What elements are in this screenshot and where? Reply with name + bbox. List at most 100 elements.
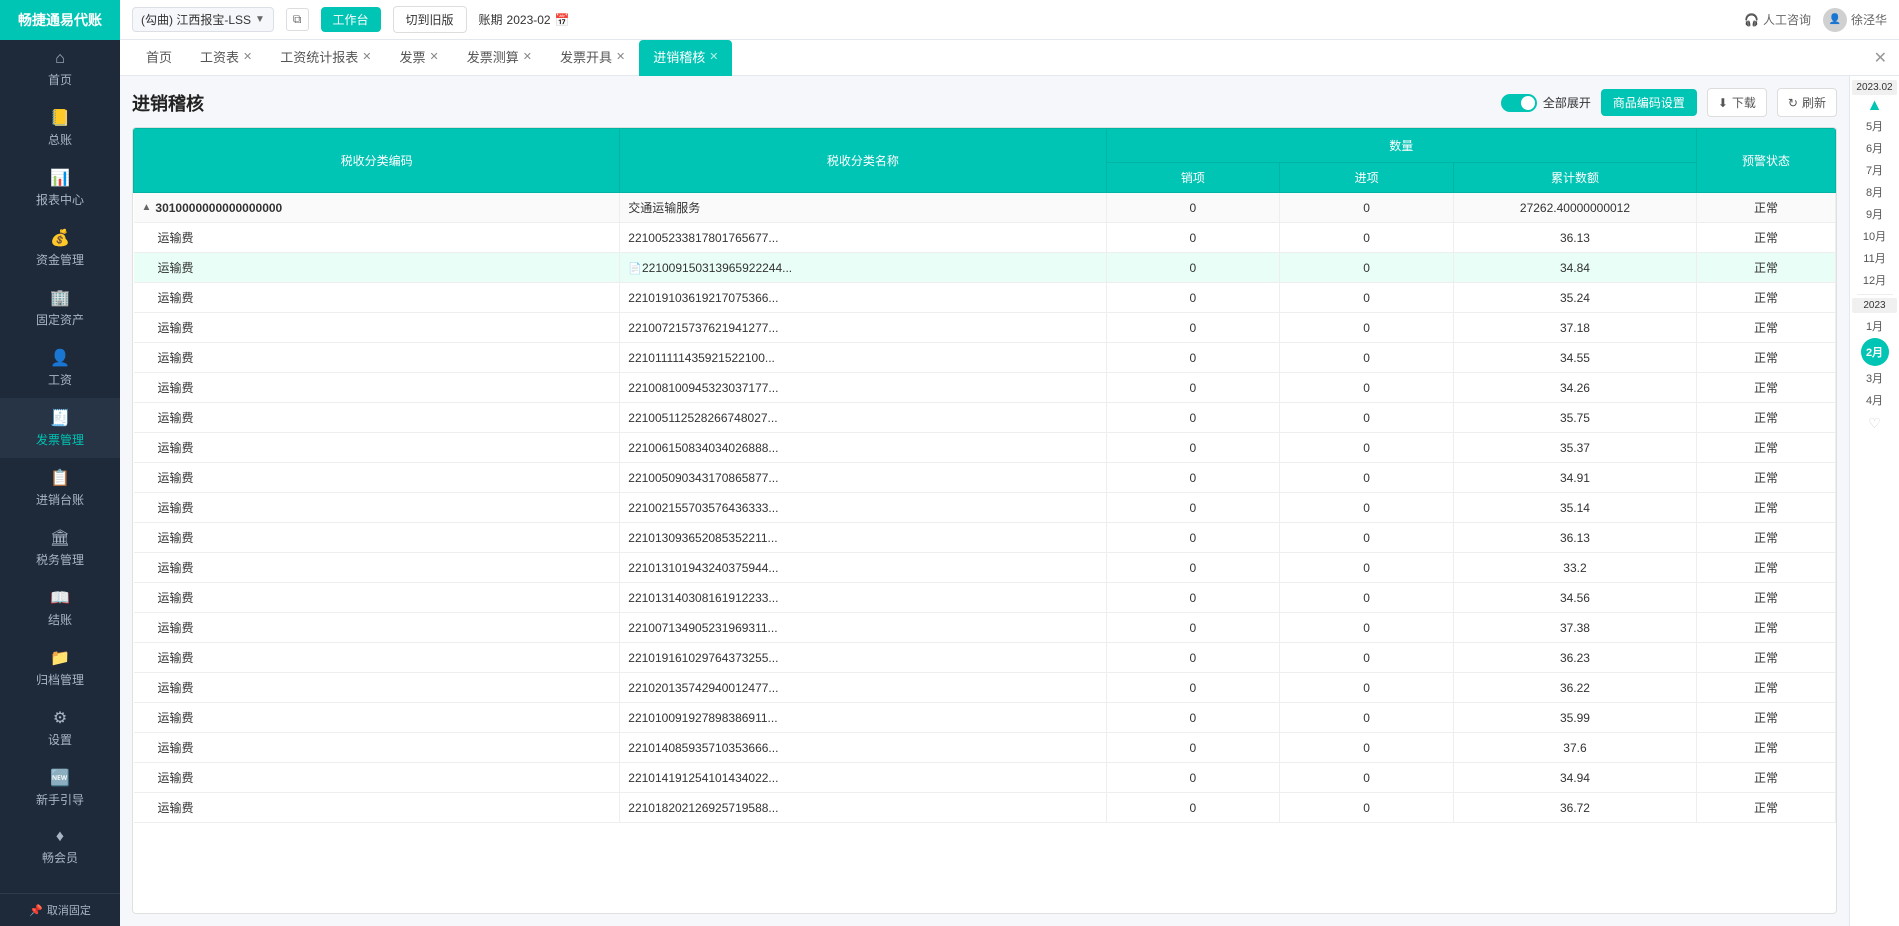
sidebar-item-salary[interactable]: 👤工资 <box>0 338 120 398</box>
sidebar-icon-tax_mgmt: 🏛 <box>50 528 70 548</box>
workspace-button[interactable]: 工作台 <box>321 7 381 32</box>
row-status-cell: 正常 <box>1697 313 1836 343</box>
row-cumulative-cell: 37.6 <box>1453 733 1696 763</box>
tab-close-salary_stats[interactable]: ✕ <box>362 50 371 63</box>
calendar-month-prev-11月[interactable]: 11月 <box>1861 247 1888 269</box>
row-purchase-cell: 0 <box>1280 733 1454 763</box>
expand-all-toggle[interactable]: 全部展开 <box>1501 94 1591 112</box>
row-cumulative-cell: 34.94 <box>1453 763 1696 793</box>
refresh-icon: ↻ <box>1788 96 1798 110</box>
table-row: 运输费 221002155703576436333... 0 0 35.14 正… <box>134 493 1836 523</box>
calendar-month-curr-1月[interactable]: 1月 <box>1861 315 1889 337</box>
copy-button[interactable]: ⧉ <box>286 8 309 31</box>
row-sales-cell: 0 <box>1106 553 1280 583</box>
row-cumulative-cell: 36.23 <box>1453 643 1696 673</box>
tab-salary[interactable]: 工资表✕ <box>186 40 266 76</box>
tab-invoice[interactable]: 发票✕ <box>385 40 452 76</box>
sidebar-item-assets[interactable]: 🏢固定资产 <box>0 278 120 338</box>
tab-label-invoice_open: 发票开具 <box>560 47 612 66</box>
row-subname-cell: 运输费 <box>134 493 620 523</box>
switch-old-button[interactable]: 切到旧版 <box>393 6 467 33</box>
group-code-cell: ▲ 3010000000000000000 <box>134 193 620 223</box>
sidebar-item-reports[interactable]: 📊报表中心 <box>0 158 120 218</box>
tab-home[interactable]: 首页 <box>132 40 186 76</box>
row-subname-cell: 运输费 <box>134 643 620 673</box>
calendar-month-prev-7月[interactable]: 7月 <box>1861 159 1888 181</box>
row-code-cell: 221014085935710353666... <box>620 733 1106 763</box>
tab-label-home: 首页 <box>146 47 172 66</box>
row-status-cell: 正常 <box>1697 433 1836 463</box>
row-status-cell: 正常 <box>1697 703 1836 733</box>
row-purchase-cell: 0 <box>1280 553 1454 583</box>
tab-close-invoice_open[interactable]: ✕ <box>616 50 625 63</box>
tab-invoice_open[interactable]: 发票开具 ✕ <box>546 40 639 76</box>
sidebar-item-ledger[interactable]: 📒总账 <box>0 98 120 158</box>
calendar-month-prev-10月[interactable]: 10月 <box>1861 225 1888 247</box>
unpin-sidebar[interactable]: 📌 取消固定 <box>0 893 120 926</box>
tab-close-salary[interactable]: ✕ <box>243 50 252 63</box>
tab-reconcile[interactable]: 进销稽核✕ <box>639 40 732 76</box>
row-subname-cell: 运输费 <box>134 613 620 643</box>
tab-salary_stats[interactable]: 工资统计报表✕ <box>266 40 385 76</box>
product-code-settings-button[interactable]: 商品编码设置 <box>1601 89 1697 116</box>
sidebar-item-member[interactable]: ♦畅会员 <box>0 818 120 876</box>
tab-close-invoice_calc[interactable]: ✕ <box>523 50 532 63</box>
sidebar-item-archive[interactable]: 📁归档管理 <box>0 638 120 698</box>
tab-invoice_calc[interactable]: 发票测算✕ <box>453 40 546 76</box>
sidebar-item-capital[interactable]: 💰资金管理 <box>0 218 120 278</box>
row-code-cell: 221005233817801765677... <box>620 223 1106 253</box>
toggle-switch[interactable] <box>1501 94 1537 112</box>
table-row: 运输费 221013093652085352211... 0 0 36.13 正… <box>134 523 1836 553</box>
period-display: 账期 2023-02 📅 <box>479 11 570 28</box>
row-code-cell: 221019161029764373255... <box>620 643 1106 673</box>
collapse-icon[interactable]: ▲ <box>142 202 152 213</box>
favorite-icon[interactable]: ♡ <box>1868 415 1881 432</box>
sidebar-item-home[interactable]: ⌂首页 <box>0 40 120 98</box>
calendar-month-curr-2月[interactable]: 2月 <box>1861 338 1889 366</box>
row-code-cell: 221013101943240375944... <box>620 553 1106 583</box>
sidebar-item-settings[interactable]: ⚙设置 <box>0 698 120 758</box>
sidebar-item-accounting[interactable]: 📖结账 <box>0 578 120 638</box>
sidebar-item-tax_mgmt[interactable]: 🏛税务管理 <box>0 518 120 578</box>
sidebar-item-purchase_ledger[interactable]: 📋进销台账 <box>0 458 120 518</box>
refresh-button[interactable]: ↻ 刷新 <box>1777 88 1837 117</box>
tab-close-reconcile[interactable]: ✕ <box>709 50 718 63</box>
table-row: 运输费 221008100945323037177... 0 0 34.26 正… <box>134 373 1836 403</box>
calendar-month-curr-4月[interactable]: 4月 <box>1861 389 1889 411</box>
row-sales-cell: 0 <box>1106 613 1280 643</box>
calendar-up-arrow[interactable]: ▲ <box>1852 97 1897 115</box>
row-cumulative-cell: 35.14 <box>1453 493 1696 523</box>
file-icon[interactable]: 📄 <box>628 262 642 275</box>
tabbar: 首页工资表✕工资统计报表✕发票✕发票测算✕发票开具✕进销稽核✕ ✕ <box>120 40 1899 76</box>
row-cumulative-cell: 37.38 <box>1453 613 1696 643</box>
row-subname-cell: 运输费 <box>134 763 620 793</box>
calendar-month-prev-8月[interactable]: 8月 <box>1861 181 1888 203</box>
row-purchase-cell: 0 <box>1280 703 1454 733</box>
calendar-month-prev-12月[interactable]: 12月 <box>1861 269 1888 291</box>
sidebar-item-invoice_mgmt[interactable]: 🧾发票管理 <box>0 398 120 458</box>
row-code-cell: 221018202126925719588... <box>620 793 1106 823</box>
row-cumulative-cell: 35.24 <box>1453 283 1696 313</box>
calendar-month-curr-3月[interactable]: 3月 <box>1861 367 1889 389</box>
row-status-cell: 正常 <box>1697 583 1836 613</box>
calendar-month-prev-6月[interactable]: 6月 <box>1861 137 1888 159</box>
tab-close-invoice[interactable]: ✕ <box>430 50 439 63</box>
user-menu[interactable]: 👤 徐泾华 <box>1823 8 1887 32</box>
close-all-tabs-button[interactable]: ✕ <box>1874 48 1887 68</box>
sidebar-icon-reports: 📊 <box>50 168 70 188</box>
support-link[interactable]: 🎧 人工咨询 <box>1744 11 1811 28</box>
row-status-cell: 正常 <box>1697 283 1836 313</box>
row-sales-cell: 0 <box>1106 433 1280 463</box>
sidebar-item-guide[interactable]: 🆕新手引导 <box>0 758 120 818</box>
company-selector[interactable]: (勾曲) 江西报宝-LSS ▼ <box>132 7 274 32</box>
calendar-month-prev-9月[interactable]: 9月 <box>1861 203 1888 225</box>
period-calendar-icon[interactable]: 📅 <box>555 13 570 27</box>
calendar-month-prev-5月[interactable]: 5月 <box>1861 115 1888 137</box>
row-sales-cell: 0 <box>1106 223 1280 253</box>
row-cumulative-cell: 34.26 <box>1453 373 1696 403</box>
download-button[interactable]: ⬇ 下载 <box>1707 88 1767 117</box>
row-sales-cell: 0 <box>1106 253 1280 283</box>
headset-icon: 🎧 <box>1744 13 1759 27</box>
curr-year-label: 2023 <box>1852 298 1897 313</box>
row-subname-cell: 运输费 <box>134 463 620 493</box>
